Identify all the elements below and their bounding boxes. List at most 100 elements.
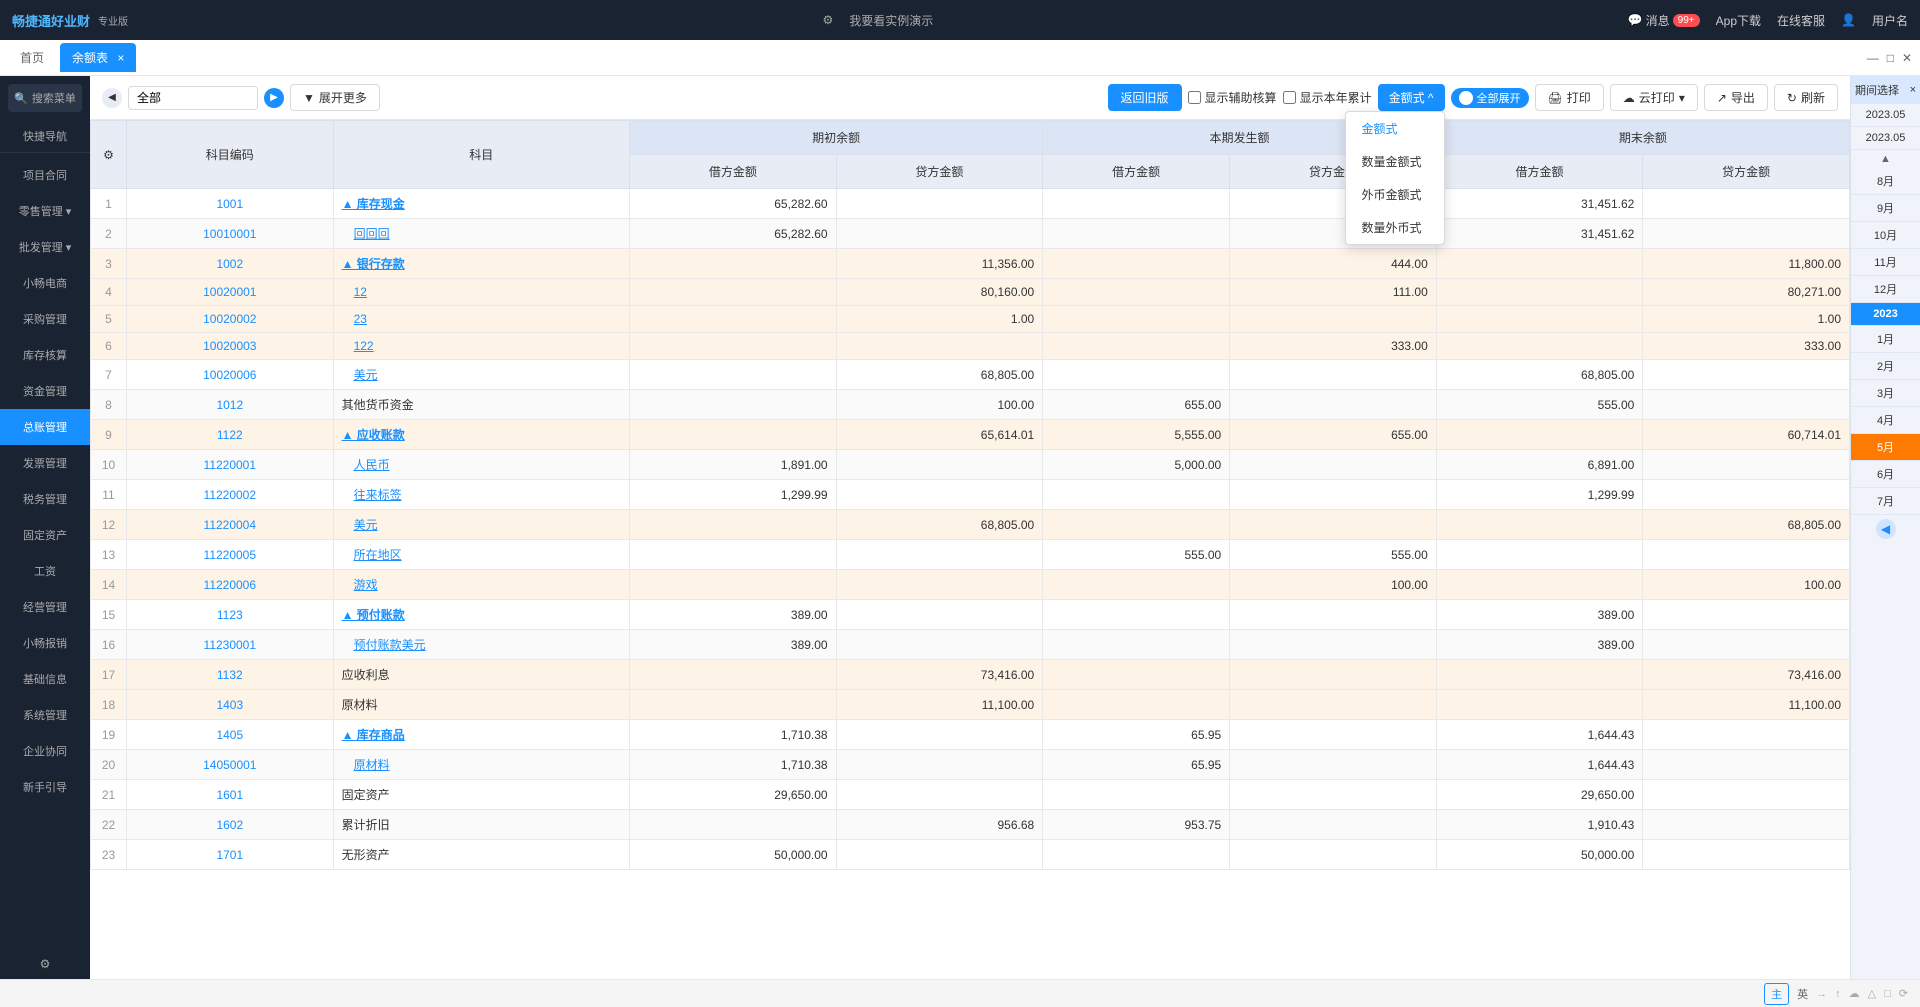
row-code[interactable]: 1002 [127, 249, 334, 279]
amount-style-option-3[interactable]: 数量外币式 [1346, 211, 1444, 244]
period-oct[interactable]: 10月 [1851, 222, 1920, 249]
row-code[interactable]: 1132 [127, 660, 334, 690]
row-name[interactable]: 人民币 [333, 450, 629, 480]
table-row[interactable]: 20 14050001 原材料 1,710.38 65.95 1,644.43 [91, 750, 1850, 780]
period-year-end[interactable]: 2023.05 [1851, 127, 1920, 150]
amount-style-btn[interactable]: 金额式 ^ [1378, 84, 1445, 111]
row-code[interactable]: 1001 [127, 189, 334, 219]
row-name[interactable]: 所在地区 [333, 540, 629, 570]
period-jul[interactable]: 7月 [1851, 488, 1920, 515]
period-aug[interactable]: 8月 [1851, 168, 1920, 195]
row-code[interactable]: 10020003 [127, 333, 334, 360]
row-name[interactable]: 预付账款美元 [333, 630, 629, 660]
settings-icon[interactable]: ⚙ [822, 13, 833, 27]
row-name[interactable]: ▲ 银行存款 [333, 249, 629, 279]
period-up-arrow[interactable]: ▲ [1851, 150, 1920, 168]
refresh-btn[interactable]: ↻ 刷新 [1774, 84, 1838, 111]
sidebar-settings-btn[interactable]: ⚙ [0, 949, 90, 979]
table-row[interactable]: 8 1012 其他货币资金 100.00 655.00 555.00 [91, 390, 1850, 420]
sidebar-item-system[interactable]: 系统管理 [0, 697, 90, 733]
row-code[interactable]: 14050001 [127, 750, 334, 780]
period-dec[interactable]: 12月 [1851, 276, 1920, 303]
window-minimize-btn[interactable]: — [1867, 51, 1879, 65]
nav-back-btn[interactable]: ◀ [102, 88, 122, 108]
sidebar-item-invoice[interactable]: 发票管理 [0, 445, 90, 481]
sidebar-item-inventory[interactable]: 库存核算 [0, 337, 90, 373]
row-code[interactable]: 1601 [127, 780, 334, 810]
period-apr[interactable]: 4月 [1851, 407, 1920, 434]
table-row[interactable]: 2 10010001 回回回 65,282.60 33,830.98 31,45… [91, 219, 1850, 249]
sidebar-item-wholesale[interactable]: 批发管理 ▾ [0, 229, 90, 265]
sidebar-search[interactable]: 🔍 搜索菜单 [0, 76, 90, 120]
row-name[interactable]: 应收利息 [333, 660, 629, 690]
sidebar-item-guide[interactable]: 新手引导 [0, 769, 90, 805]
row-code[interactable]: 10020002 [127, 306, 334, 333]
row-code[interactable]: 11220005 [127, 540, 334, 570]
user-avatar[interactable]: 👤 [1841, 13, 1856, 27]
bottom-english-btn[interactable]: 英 [1797, 986, 1808, 1002]
table-row[interactable]: 5 10020002 23 1.00 1.00 [91, 306, 1850, 333]
period-jan[interactable]: 1月 [1851, 326, 1920, 353]
table-row[interactable]: 7 10020006 美元 68,805.00 68,805.00 [91, 360, 1850, 390]
row-name[interactable]: 122 [333, 333, 629, 360]
sidebar-item-payroll[interactable]: 工资 [0, 553, 90, 589]
tab-close-btn[interactable]: × [117, 51, 124, 65]
year-total-checkbox-input[interactable] [1283, 91, 1296, 104]
row-code[interactable]: 11220001 [127, 450, 334, 480]
window-close-btn[interactable]: ✕ [1902, 51, 1912, 65]
table-row[interactable]: 15 1123 ▲ 预付账款 389.00 389.00 [91, 600, 1850, 630]
table-row[interactable]: 14 11220006 游戏 100.00 100.00 [91, 570, 1850, 600]
cloud-print-btn[interactable]: ☁ 云打印 ▾ [1610, 84, 1698, 111]
row-code[interactable]: 1122 [127, 420, 334, 450]
row-name[interactable]: 其他货币资金 [333, 390, 629, 420]
aux-checkbox-input[interactable] [1188, 91, 1201, 104]
row-code[interactable]: 1602 [127, 810, 334, 840]
tab-balance[interactable]: 余额表 × [60, 43, 136, 72]
row-code[interactable]: 1405 [127, 720, 334, 750]
amount-style-option-2[interactable]: 外币金额式 [1346, 178, 1444, 211]
table-row[interactable]: 23 1701 无形资产 50,000.00 50,000.00 [91, 840, 1850, 870]
period-jun[interactable]: 6月 [1851, 461, 1920, 488]
quick-nav-label[interactable]: 快捷导航 [0, 120, 90, 148]
row-code[interactable]: 1123 [127, 600, 334, 630]
export-btn[interactable]: ↗ 导出 [1704, 84, 1768, 111]
row-code[interactable]: 11220004 [127, 510, 334, 540]
table-row[interactable]: 4 10020001 12 80,160.00 111.00 80,271.00 [91, 279, 1850, 306]
download-btn[interactable]: App下载 [1716, 12, 1761, 29]
search-menu-btn[interactable]: 🔍 搜索菜单 [8, 84, 82, 112]
row-name[interactable]: ▲ 库存商品 [333, 720, 629, 750]
table-row[interactable]: 22 1602 累计折旧 956.68 953.75 1,910.43 [91, 810, 1850, 840]
tab-home[interactable]: 首页 [8, 43, 56, 72]
sidebar-item-operations[interactable]: 经营管理 [0, 589, 90, 625]
show-aux-checkbox[interactable]: 显示辅助核算 [1188, 89, 1277, 106]
demo-link[interactable]: 我要看实例演示 [849, 12, 933, 29]
table-row[interactable]: 9 1122 ▲ 应收账款 65,614.01 5,555.00 655.00 … [91, 420, 1850, 450]
row-code[interactable]: 10020001 [127, 279, 334, 306]
period-collapse-btn[interactable]: ◀ [1876, 519, 1896, 539]
sidebar-item-project[interactable]: 项目合同 [0, 157, 90, 193]
period-mar[interactable]: 3月 [1851, 380, 1920, 407]
return-old-btn[interactable]: 返回旧版 [1108, 84, 1182, 111]
right-panel-close-btn[interactable]: × [1910, 84, 1916, 96]
period-year-start[interactable]: 2023.05 [1851, 104, 1920, 127]
period-sep[interactable]: 9月 [1851, 195, 1920, 222]
row-code[interactable]: 11220006 [127, 570, 334, 600]
table-row[interactable]: 16 11230001 预付账款美元 389.00 389.00 [91, 630, 1850, 660]
messages-btn[interactable]: 💬 消息 99+ [1628, 12, 1700, 29]
row-name[interactable]: 原材料 [333, 750, 629, 780]
row-name[interactable]: ▲ 预付账款 [333, 600, 629, 630]
table-row[interactable]: 12 11220004 美元 68,805.00 68,805.00 [91, 510, 1850, 540]
row-name[interactable]: 23 [333, 306, 629, 333]
period-may[interactable]: 5月 [1851, 434, 1920, 461]
sidebar-item-sales[interactable]: 小畅报销 [0, 625, 90, 661]
row-name[interactable]: 回回回 [333, 219, 629, 249]
table-row[interactable]: 19 1405 ▲ 库存商品 1,710.38 65.95 1,644.43 [91, 720, 1850, 750]
table-row[interactable]: 10 11220001 人民币 1,891.00 5,000.00 6,891.… [91, 450, 1850, 480]
table-row[interactable]: 1 1001 ▲ 库存现金 65,282.60 33,830.98 31,451… [91, 189, 1850, 219]
row-name[interactable]: 无形资产 [333, 840, 629, 870]
table-row[interactable]: 3 1002 ▲ 银行存款 11,356.00 444.00 11,800.00 [91, 249, 1850, 279]
sidebar-item-retail[interactable]: 零售管理 ▾ [0, 193, 90, 229]
row-name[interactable]: 累计折旧 [333, 810, 629, 840]
sidebar-item-ledger[interactable]: 总账管理 [0, 409, 90, 445]
sidebar-item-purchase[interactable]: 采购管理 [0, 301, 90, 337]
